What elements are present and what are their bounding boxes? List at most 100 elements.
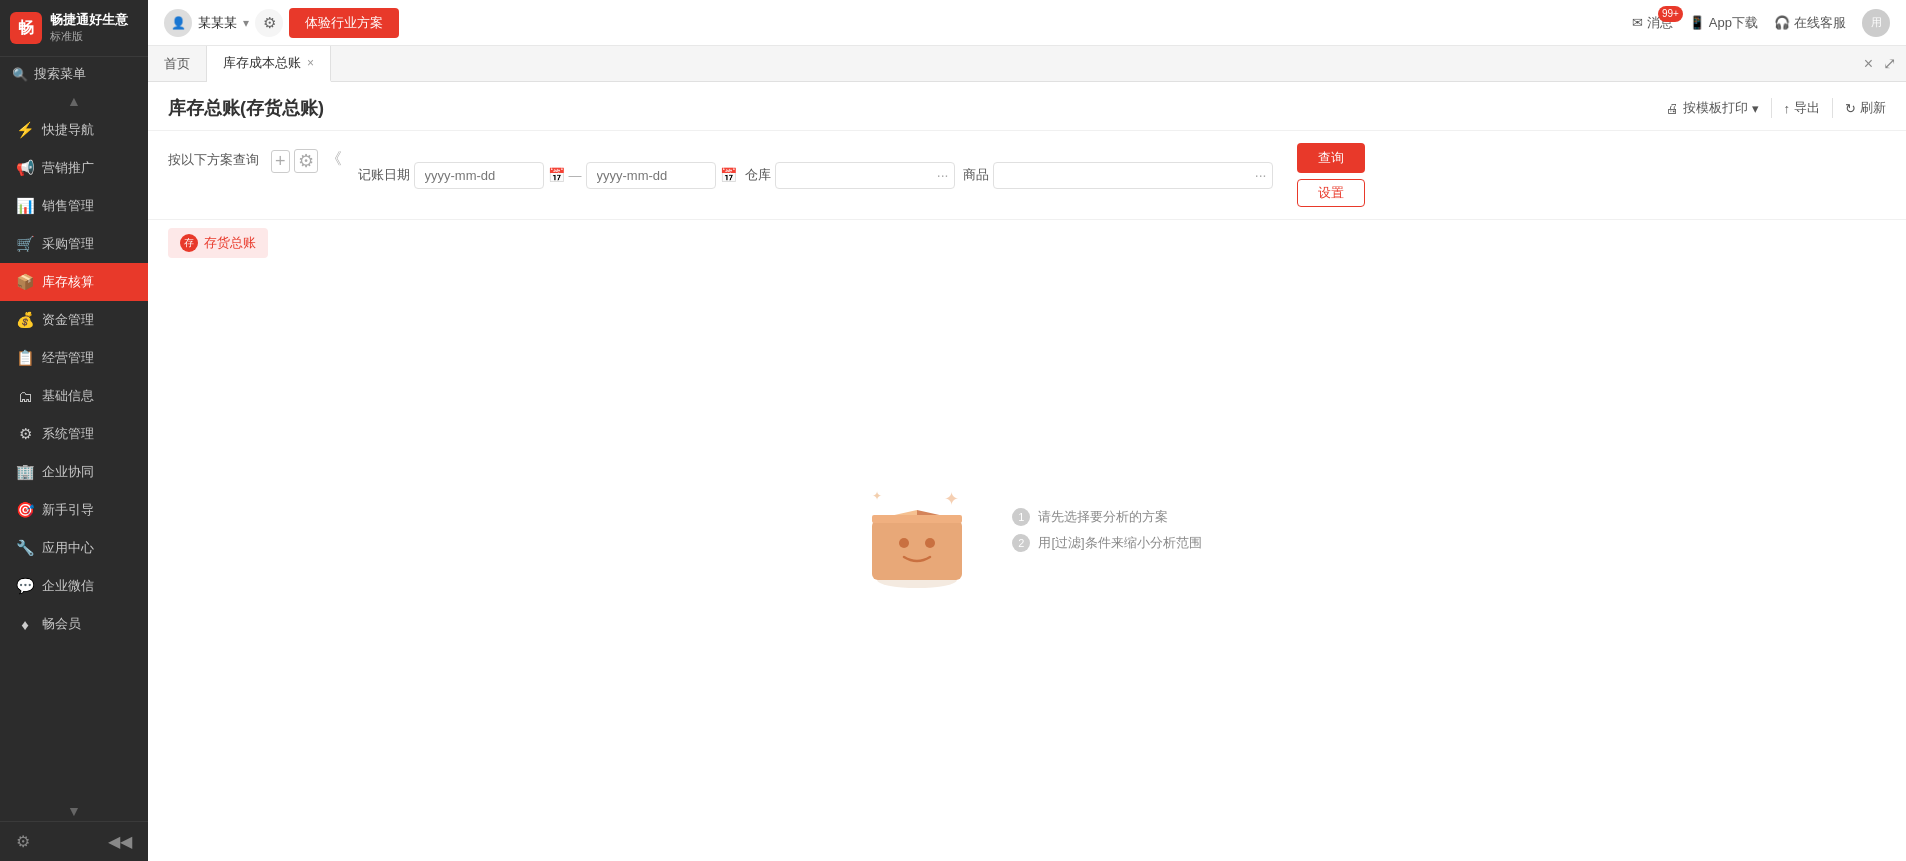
topbar-settings-button[interactable]: ⚙ bbox=[255, 9, 283, 37]
page-header: 库存总账(存货总账) 🖨 按模板打印 ▾ ↑ 导出 ↻ 刷新 bbox=[148, 82, 1906, 131]
app-center-icon: 🔧 bbox=[16, 539, 34, 557]
scroll-down-button[interactable]: ▼ bbox=[0, 803, 148, 819]
scheme-icon: 存 bbox=[180, 234, 198, 252]
tab-inventory-ledger[interactable]: 库存成本总账 × bbox=[207, 46, 331, 82]
tabs-bar: 首页 库存成本总账 × × ⤢ bbox=[148, 46, 1906, 82]
scheme-label: 存货总账 bbox=[204, 234, 256, 252]
date-to-input[interactable] bbox=[586, 162, 716, 189]
date-dash: — bbox=[569, 168, 582, 183]
svg-rect-2 bbox=[872, 515, 962, 523]
sidebar-item-system[interactable]: ⚙ 系统管理 bbox=[0, 415, 148, 453]
app-download-button[interactable]: 📱 App下载 bbox=[1689, 14, 1758, 32]
step-2-num: 2 bbox=[1012, 534, 1030, 552]
empty-illustration: ✦ ✦ bbox=[852, 465, 982, 595]
filter-warehouse-group: 仓库 ··· bbox=[745, 162, 955, 189]
sidebar-item-vip[interactable]: ♦ 畅会员 bbox=[0, 605, 148, 643]
sidebar-item-app-center[interactable]: 🔧 应用中心 bbox=[0, 529, 148, 567]
topbar-user-area: 👤 某某某 ▾ ⚙ 体验行业方案 bbox=[164, 8, 1624, 38]
goods-select-wrap: ··· bbox=[993, 162, 1273, 189]
search-menu-item[interactable]: 🔍 搜索菜单 bbox=[0, 57, 148, 91]
enterprise-icon: 🏢 bbox=[16, 463, 34, 481]
sidebar-item-operations[interactable]: 📋 经营管理 bbox=[0, 339, 148, 377]
export-button[interactable]: ↑ 导出 bbox=[1784, 99, 1821, 117]
scheme-area: 存 存货总账 bbox=[148, 220, 1906, 258]
topbar-right: ✉ 消息 99+ 📱 App下载 🎧 在线客服 用 bbox=[1632, 9, 1890, 37]
refresh-button[interactable]: ↻ 刷新 bbox=[1845, 99, 1886, 117]
sidebar-scroll-down[interactable]: ▼ bbox=[0, 801, 148, 821]
system-icon: ⚙ bbox=[16, 425, 34, 443]
home-tab-label: 首页 bbox=[164, 55, 190, 73]
svg-rect-1 bbox=[872, 520, 962, 580]
sidebar-nav: ⚡ 快捷导航 📢 营销推广 📊 销售管理 🛒 采购管理 📦 库存核算 💰 资金管… bbox=[0, 111, 148, 801]
svg-point-4 bbox=[925, 538, 935, 548]
step-1-num: 1 bbox=[1012, 508, 1030, 526]
filter-goods-group: 商品 ··· bbox=[963, 162, 1273, 189]
page-header-actions: 🖨 按模板打印 ▾ ↑ 导出 ↻ 刷新 bbox=[1666, 98, 1887, 118]
refresh-icon: ↻ bbox=[1845, 101, 1856, 116]
page-content: 库存总账(存货总账) 🖨 按模板打印 ▾ ↑ 导出 ↻ 刷新 bbox=[148, 82, 1906, 861]
sidebar-item-enterprise[interactable]: 🏢 企业协同 bbox=[0, 453, 148, 491]
warehouse-input[interactable] bbox=[775, 162, 955, 189]
user-dropdown-icon[interactable]: ▾ bbox=[243, 16, 249, 30]
settings-footer-button[interactable]: ⚙ bbox=[16, 832, 30, 851]
filter-add-icon[interactable]: + bbox=[271, 150, 290, 173]
message-button[interactable]: ✉ 消息 99+ bbox=[1632, 14, 1673, 32]
sidebar-item-marketing[interactable]: 📢 营销推广 bbox=[0, 149, 148, 187]
purchase-icon: 🛒 bbox=[16, 235, 34, 253]
scheme-item-inventory-ledger[interactable]: 存 存货总账 bbox=[168, 228, 268, 258]
sidebar-scroll-up[interactable]: ▲ bbox=[0, 91, 148, 111]
warehouse-more-icon[interactable]: ··· bbox=[937, 167, 949, 183]
sidebar-footer: ⚙ ◀◀ bbox=[0, 821, 148, 861]
scroll-up-button[interactable]: ▲ bbox=[0, 93, 148, 109]
page-title: 库存总账(存货总账) bbox=[168, 96, 324, 120]
collapse-sidebar-button[interactable]: ◀◀ bbox=[108, 832, 132, 851]
tab-home[interactable]: 首页 bbox=[148, 46, 207, 82]
tab-close-icon[interactable]: × bbox=[307, 56, 314, 70]
empty-svg: ✦ ✦ bbox=[852, 465, 982, 595]
active-tab-label: 库存成本总账 bbox=[223, 54, 301, 72]
filter-add-icons: + ⚙ bbox=[271, 143, 318, 173]
operations-icon: 📋 bbox=[16, 349, 34, 367]
divider2 bbox=[1832, 98, 1833, 118]
guide-icon: 🎯 bbox=[16, 501, 34, 519]
sidebar-item-guide[interactable]: 🎯 新手引导 bbox=[0, 491, 148, 529]
warehouse-select-wrap: ··· bbox=[775, 162, 955, 189]
tab-panel-expand-icon[interactable]: ⤢ bbox=[1883, 54, 1896, 73]
filter-settings-button[interactable]: 设置 bbox=[1297, 179, 1365, 207]
sidebar-item-inventory[interactable]: 📦 库存核算 bbox=[0, 263, 148, 301]
print-template-button[interactable]: 🖨 按模板打印 ▾ bbox=[1666, 99, 1759, 117]
online-service-button[interactable]: 🎧 在线客服 bbox=[1774, 14, 1846, 32]
goods-more-icon[interactable]: ··· bbox=[1255, 167, 1267, 183]
filter-collapse-icon[interactable]: 《 bbox=[326, 143, 342, 170]
calendar-to-icon[interactable]: 📅 bbox=[720, 167, 737, 183]
sidebar-item-purchase[interactable]: 🛒 采购管理 bbox=[0, 225, 148, 263]
date-from-input[interactable] bbox=[414, 162, 544, 189]
export-icon: ↑ bbox=[1784, 101, 1791, 116]
sidebar-item-basic-info[interactable]: 🗂 基础信息 bbox=[0, 377, 148, 415]
industry-solution-button[interactable]: 体验行业方案 bbox=[289, 8, 399, 38]
finance-icon: 💰 bbox=[16, 311, 34, 329]
sidebar-item-quick-nav[interactable]: ⚡ 快捷导航 bbox=[0, 111, 148, 149]
sales-icon: 📊 bbox=[16, 197, 34, 215]
inventory-icon: 📦 bbox=[16, 273, 34, 291]
topbar-user-avatar-right[interactable]: 用 bbox=[1862, 9, 1890, 37]
goods-input[interactable] bbox=[993, 162, 1273, 189]
query-button[interactable]: 查询 bbox=[1297, 143, 1365, 173]
phone-icon: 📱 bbox=[1689, 15, 1705, 30]
sidebar-item-sales[interactable]: 📊 销售管理 bbox=[0, 187, 148, 225]
calendar-from-icon[interactable]: 📅 bbox=[548, 167, 565, 183]
filter-settings-icon[interactable]: ⚙ bbox=[294, 149, 318, 173]
tabs-right-actions: × ⤢ bbox=[1864, 54, 1906, 73]
sidebar-item-wechat[interactable]: 💬 企业微信 bbox=[0, 567, 148, 605]
sidebar-item-finance[interactable]: 💰 资金管理 bbox=[0, 301, 148, 339]
filter-label: 按以下方案查询 bbox=[168, 143, 259, 169]
message-badge: 99+ bbox=[1658, 6, 1683, 22]
settings-gear-icon: ⚙ bbox=[263, 14, 276, 32]
print-dropdown-icon: ▾ bbox=[1752, 101, 1759, 116]
print-icon: 🖨 bbox=[1666, 101, 1679, 116]
tab-panel-close-icon[interactable]: × bbox=[1864, 55, 1873, 73]
empty-hint-1: 1 请先选择要分析的方案 bbox=[1012, 508, 1201, 526]
filter-area: 按以下方案查询 + ⚙ 《 记账日期 📅 — 📅 仓库 bbox=[148, 131, 1906, 220]
brand-text: 畅捷通好生意 标准版 bbox=[50, 12, 128, 43]
empty-text: 1 请先选择要分析的方案 2 用[过滤]条件来缩小分析范围 bbox=[1012, 508, 1201, 552]
